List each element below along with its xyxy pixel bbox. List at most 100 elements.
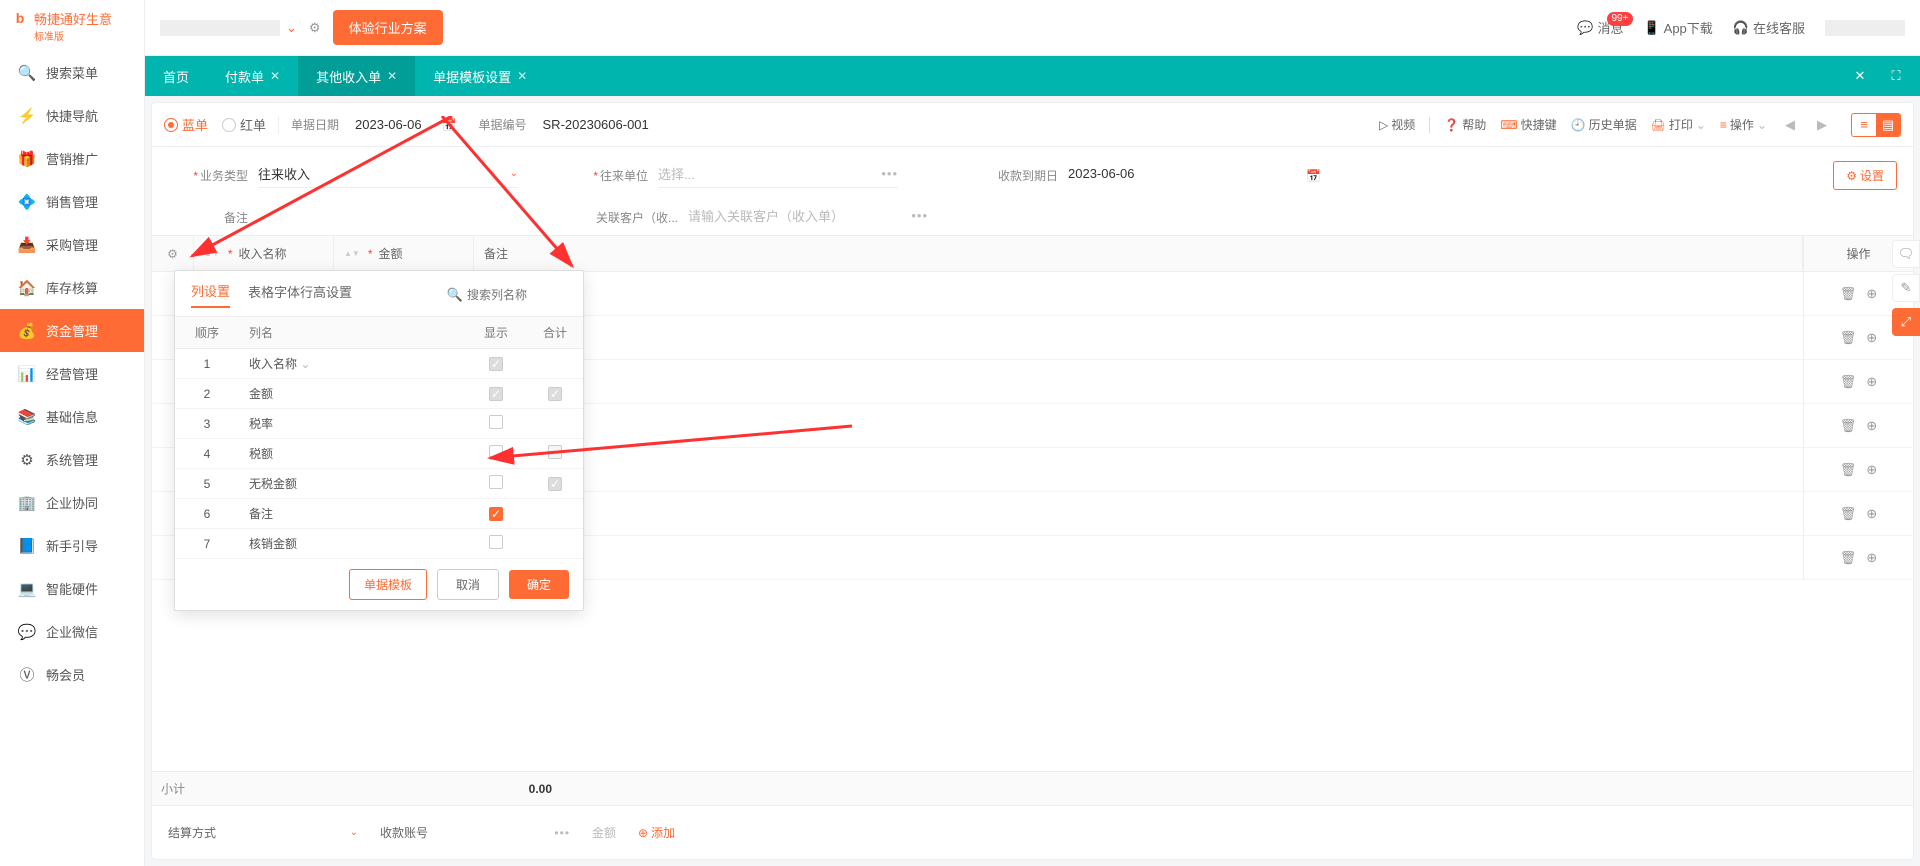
- sidebar-item-4[interactable]: 📥采购管理: [0, 223, 144, 266]
- next-arrow-icon[interactable]: ▶: [1813, 117, 1831, 133]
- tab-0[interactable]: 首页: [145, 56, 207, 96]
- sidebar-item-5[interactable]: 🏠库存核算: [0, 266, 144, 309]
- sidebar-item-12[interactable]: 💻智能硬件: [0, 567, 144, 610]
- delete-icon[interactable]: 🗑: [1840, 286, 1857, 302]
- settlement-footer: 结算方式 ⌄ 收款账号 ••• 金额 ⊕添加: [152, 805, 1913, 859]
- delete-icon[interactable]: 🗑: [1840, 462, 1857, 478]
- sidebar-item-1[interactable]: ⚡快捷导航: [0, 94, 144, 137]
- copy-icon[interactable]: ⊕: [1866, 418, 1877, 434]
- radio-red[interactable]: 红单: [222, 115, 266, 134]
- delete-icon[interactable]: 🗑: [1840, 374, 1857, 390]
- shortcut-link[interactable]: ⌨快捷键: [1500, 116, 1556, 133]
- settle-label: 结算方式: [168, 824, 216, 841]
- cancel-button[interactable]: 取消: [437, 569, 499, 600]
- nav-icon: 💻: [18, 580, 36, 598]
- due-field[interactable]: 2023-06-06: [1068, 166, 1288, 185]
- tab-3[interactable]: 单据模板设置✕: [415, 56, 545, 96]
- tab-1[interactable]: 付款单✕: [207, 56, 298, 96]
- view-card-icon[interactable]: ▤: [1876, 114, 1900, 136]
- popup-row: 5无税金额✓: [175, 469, 583, 499]
- sidebar-item-9[interactable]: ⚙系统管理: [0, 438, 144, 481]
- operation-link[interactable]: ≡操作 ⌄: [1720, 116, 1767, 133]
- template-button[interactable]: 单据模板: [349, 569, 427, 600]
- delete-icon[interactable]: 🗑: [1840, 330, 1857, 346]
- float-note-icon[interactable]: 🗨: [1892, 240, 1920, 268]
- col-amount[interactable]: ▲▼ *金额: [334, 236, 474, 271]
- help-link[interactable]: ❓帮助: [1444, 116, 1486, 133]
- checkbox-icon[interactable]: ✓: [489, 507, 503, 521]
- gear-icon[interactable]: ⚙: [309, 20, 321, 36]
- service-link[interactable]: 🎧 在线客服: [1733, 18, 1805, 37]
- checkbox-icon[interactable]: ✓: [548, 477, 562, 491]
- popup-tab-font[interactable]: 表格字体行高设置: [248, 282, 352, 307]
- prev-arrow-icon[interactable]: ◀: [1781, 117, 1799, 133]
- doc-date-value[interactable]: 2023-06-06: [355, 117, 422, 132]
- radio-blue[interactable]: 蓝单: [164, 115, 208, 134]
- copy-icon[interactable]: ⊕: [1866, 550, 1877, 566]
- popup-tab-columns[interactable]: 列设置: [191, 281, 230, 308]
- sidebar-item-2[interactable]: 🎁营销推广: [0, 137, 144, 180]
- settings-button[interactable]: ⚙设置: [1833, 161, 1897, 190]
- copy-icon[interactable]: ⊕: [1866, 286, 1877, 302]
- col-income-name[interactable]: ▲▼ *收入名称: [194, 236, 334, 271]
- close-icon[interactable]: ✕: [270, 69, 280, 83]
- tab-2[interactable]: 其他收入单✕: [298, 56, 415, 96]
- ok-button[interactable]: 确定: [509, 570, 569, 599]
- history-link[interactable]: 🕘历史单据: [1571, 116, 1637, 133]
- float-expand-icon[interactable]: ⤢: [1892, 308, 1920, 336]
- print-link[interactable]: 🖨打印 ⌄: [1651, 116, 1706, 133]
- checkbox-icon[interactable]: ✓: [489, 387, 503, 401]
- checkbox-icon[interactable]: ✓: [489, 357, 503, 371]
- sidebar-item-7[interactable]: 📊经营管理: [0, 352, 144, 395]
- popup-search-input[interactable]: [467, 288, 567, 302]
- org-dropdown[interactable]: ⌄: [160, 20, 297, 36]
- sidebar-item-0[interactable]: 🔍搜索菜单: [0, 51, 144, 94]
- nav-icon: 🏢: [18, 494, 36, 512]
- video-link[interactable]: ▷视频: [1379, 116, 1415, 133]
- user-area[interactable]: [1825, 20, 1905, 36]
- delete-icon[interactable]: 🗑: [1840, 418, 1857, 434]
- sidebar-item-10[interactable]: 🏢企业协同: [0, 481, 144, 524]
- more-icon[interactable]: •••: [881, 166, 898, 181]
- checkbox-icon[interactable]: [489, 475, 503, 489]
- document-toolbar: 蓝单 红单 单据日期 2023-06-06 📅 单据编号 SR-20230606…: [152, 103, 1913, 147]
- add-button[interactable]: ⊕添加: [638, 824, 675, 841]
- sidebar-item-6[interactable]: 💰资金管理: [0, 309, 144, 352]
- checkbox-icon[interactable]: ✓: [548, 387, 562, 401]
- unit-field[interactable]: 选择... •••: [658, 164, 898, 188]
- sidebar-item-11[interactable]: 📘新手引导: [0, 524, 144, 567]
- column-settings-icon[interactable]: ⚙: [152, 236, 194, 271]
- more-icon[interactable]: •••: [911, 208, 928, 223]
- sidebar-item-14[interactable]: Ⓥ畅会员: [0, 653, 144, 696]
- biz-type-field[interactable]: 往来收入 ⌄: [258, 164, 518, 188]
- checkbox-icon[interactable]: [489, 415, 503, 429]
- sidebar-item-13[interactable]: 💬企业微信: [0, 610, 144, 653]
- copy-icon[interactable]: ⊕: [1866, 506, 1877, 522]
- calendar-icon[interactable]: 📅: [1306, 169, 1321, 183]
- close-all-icon[interactable]: ✕: [1842, 56, 1878, 96]
- popup-search[interactable]: 🔍: [447, 287, 567, 303]
- app-download-link[interactable]: 📱 App下载: [1643, 18, 1712, 37]
- fullscreen-icon[interactable]: ⛶: [1878, 56, 1914, 96]
- close-icon[interactable]: ✕: [517, 69, 527, 83]
- remark-field[interactable]: [258, 216, 518, 220]
- checkbox-icon[interactable]: [489, 535, 503, 549]
- delete-icon[interactable]: 🗑: [1840, 506, 1857, 522]
- more-icon[interactable]: •••: [554, 826, 570, 840]
- copy-icon[interactable]: ⊕: [1866, 330, 1877, 346]
- message-link[interactable]: 💬 消息 99+: [1577, 18, 1623, 37]
- copy-icon[interactable]: ⊕: [1866, 374, 1877, 390]
- sidebar-item-8[interactable]: 📚基础信息: [0, 395, 144, 438]
- copy-icon[interactable]: ⊕: [1866, 462, 1877, 478]
- delete-icon[interactable]: 🗑: [1840, 550, 1857, 566]
- sidebar-item-3[interactable]: 💠销售管理: [0, 180, 144, 223]
- trial-button[interactable]: 体验行业方案: [333, 10, 443, 45]
- rel-cust-field[interactable]: 请输入关联客户（收入单） •••: [688, 206, 928, 229]
- float-edit-icon[interactable]: ✎: [1892, 274, 1920, 302]
- chevron-down-icon[interactable]: ⌄: [350, 827, 358, 838]
- close-icon[interactable]: ✕: [387, 69, 397, 83]
- calendar-icon[interactable]: 📅: [442, 118, 457, 132]
- view-list-icon[interactable]: ≡: [1852, 114, 1876, 136]
- remark-label: 备注: [168, 209, 248, 226]
- checkbox-icon[interactable]: [489, 445, 503, 459]
